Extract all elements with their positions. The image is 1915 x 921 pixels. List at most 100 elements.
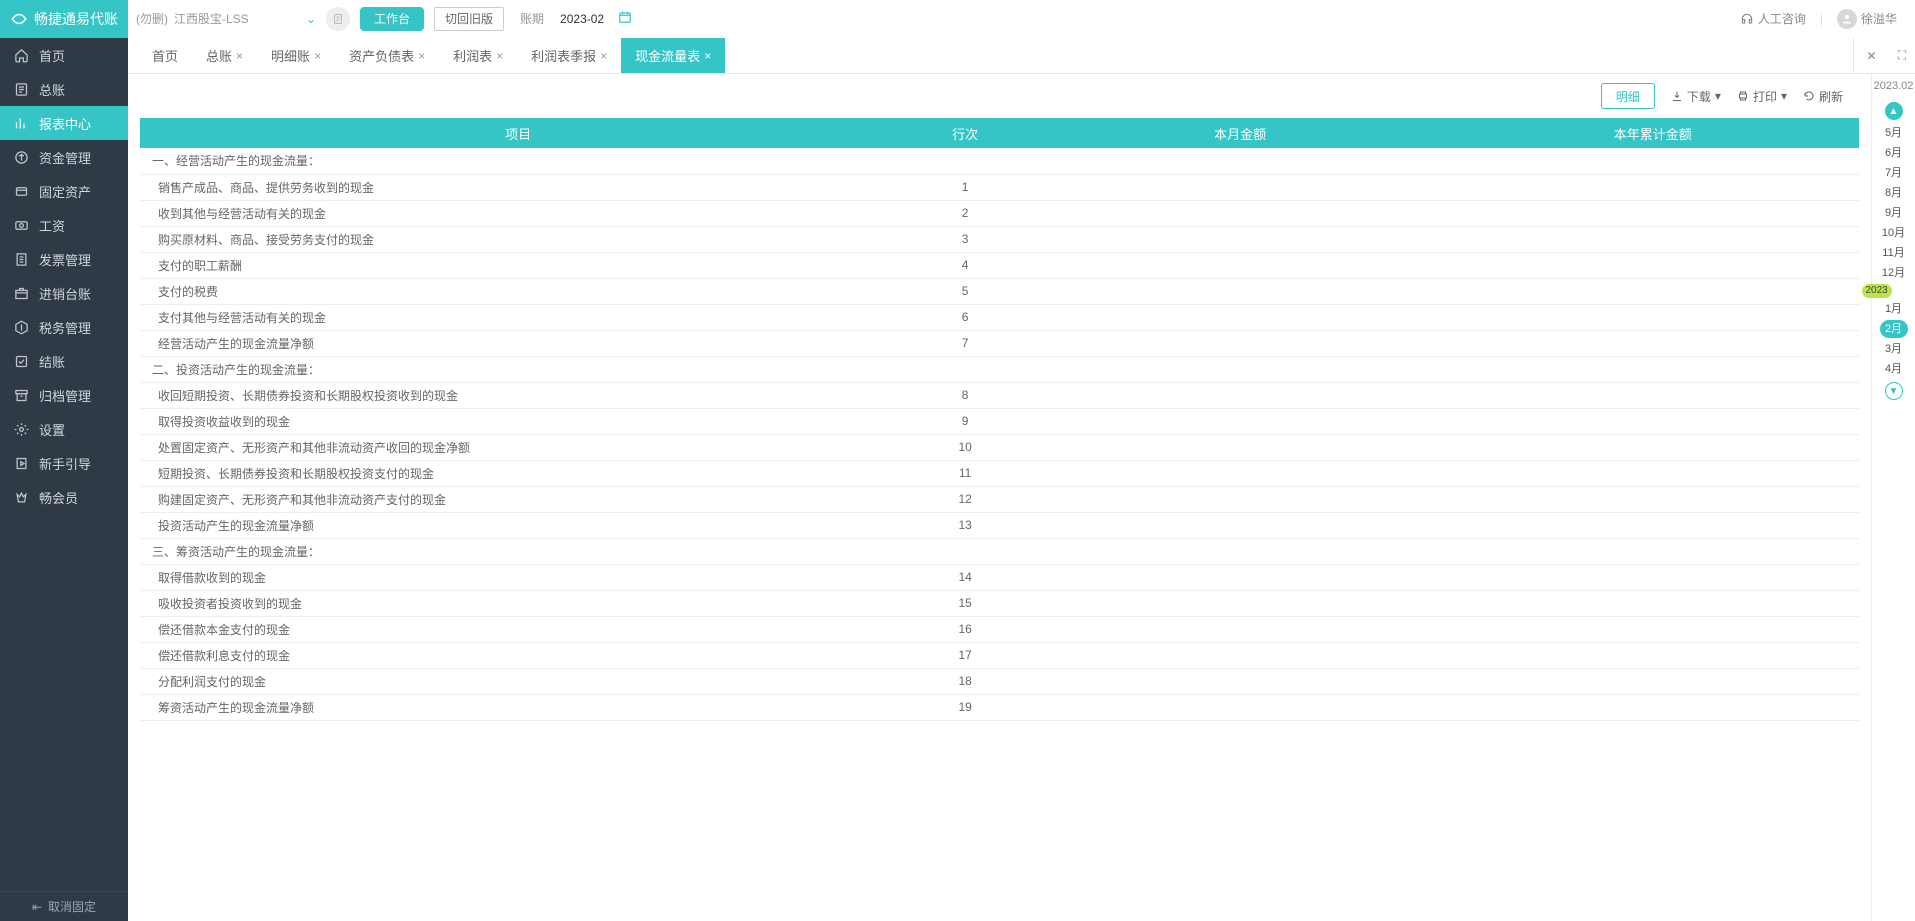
refresh-label: 刷新 (1819, 88, 1843, 105)
cell-month (1034, 616, 1447, 642)
sidebar-item-report[interactable]: 报表中心 (0, 106, 128, 140)
pin-icon: ⇤ (32, 900, 42, 914)
sidebar-item-fund[interactable]: 资金管理 (0, 140, 128, 174)
calendar-icon[interactable] (618, 10, 632, 27)
period-month[interactable]: 5月 (1880, 124, 1908, 142)
tab[interactable]: 资产负债表× (335, 38, 439, 73)
cell-year (1446, 616, 1859, 642)
cell-name: 吸收投资者投资收到的现金 (140, 590, 896, 616)
sidebar-item-label: 工资 (39, 216, 65, 235)
sidebar-item-ledger[interactable]: 总账 (0, 72, 128, 106)
cell-year (1446, 356, 1859, 382)
brand-logo: 畅捷通易代账 (0, 0, 128, 38)
period-month[interactable]: 4月 (1880, 360, 1908, 378)
doc-icon[interactable] (326, 7, 350, 31)
sidebar-item-salary[interactable]: 工资 (0, 208, 128, 242)
sidebar-item-settings[interactable]: 设置 (0, 412, 128, 446)
sidebar-item-tax[interactable]: 税务管理 (0, 310, 128, 344)
sidebar-item-archive[interactable]: 归档管理 (0, 378, 128, 412)
tab[interactable]: 利润表季报× (517, 38, 621, 73)
period-rail-current: 2023.02 (1874, 74, 1914, 98)
close-icon[interactable]: × (704, 49, 711, 63)
period-month[interactable]: 3月 (1880, 340, 1908, 358)
table-row: 购买原材料、商品、接受劳务支付的现金 3 (140, 226, 1859, 252)
period-next[interactable]: ▼ (1885, 382, 1903, 400)
sidebar-item-label: 进销台账 (39, 284, 91, 303)
period-month[interactable]: 6月 (1880, 144, 1908, 162)
cell-year (1446, 304, 1859, 330)
sidebar-item-stock[interactable]: 进销台账 (0, 276, 128, 310)
tab[interactable]: 利润表× (439, 38, 517, 73)
tab[interactable]: 明细账× (257, 38, 335, 73)
cell-name: 投资活动产生的现金流量净额 (140, 512, 896, 538)
fullscreen-icon[interactable]: ⛶ (1889, 38, 1915, 74)
cell-name: 经营活动产生的现金流量净额 (140, 330, 896, 356)
chevron-down-icon: ▾ (1781, 89, 1787, 103)
cell-year (1446, 278, 1859, 304)
close-icon[interactable]: × (496, 49, 503, 63)
cell-year (1446, 512, 1859, 538)
cell-month (1034, 174, 1447, 200)
close-icon[interactable]: × (418, 49, 425, 63)
workspace-button[interactable]: 工作台 (360, 7, 424, 31)
close-icon[interactable]: × (236, 49, 243, 63)
cell-rownum (896, 538, 1034, 564)
period-month[interactable]: 9月 (1880, 204, 1908, 222)
tabs: 首页总账×明细账×资产负债表×利润表×利润表季报× 现金流量表 × (128, 38, 1853, 74)
tabs-close-all[interactable]: ✕ (1853, 38, 1889, 74)
table-row: 取得借款收到的现金 14 (140, 564, 1859, 590)
download-button[interactable]: 下载 ▾ (1671, 88, 1721, 105)
cell-rownum: 5 (896, 278, 1034, 304)
period-month[interactable]: 7月 (1880, 164, 1908, 182)
tab[interactable]: 现金流量表 × (621, 38, 725, 73)
asset-icon (14, 184, 29, 199)
cell-rownum: 1 (896, 174, 1034, 200)
table-row: 分配利润支付的现金 18 (140, 668, 1859, 694)
cell-name: 一、经营活动产生的现金流量： (140, 148, 896, 174)
sidebar-item-home[interactable]: 首页 (0, 38, 128, 72)
cell-month (1034, 590, 1447, 616)
tabs-row: 首页总账×明细账×资产负债表×利润表×利润表季报× 现金流量表 × ✕ ⛶ (128, 38, 1915, 74)
tab[interactable]: 首页 (138, 38, 192, 73)
sidebar-item-guide[interactable]: 新手引导 (0, 446, 128, 480)
detail-button[interactable]: 明细 (1601, 83, 1655, 109)
cell-name: 支付的税费 (140, 278, 896, 304)
col-month: 本月金额 (1034, 118, 1447, 148)
sidebar-unpin[interactable]: ⇤ 取消固定 (0, 891, 128, 921)
year-chip: 2023 (1862, 284, 1892, 298)
period-month[interactable]: 8月 (1880, 184, 1908, 202)
cell-name: 三、筹资活动产生的现金流量： (140, 538, 896, 564)
cell-name: 处置固定资产、无形资产和其他非流动资产收回的现金净额 (140, 434, 896, 460)
print-icon (1737, 90, 1749, 102)
print-button[interactable]: 打印 ▾ (1737, 88, 1787, 105)
sidebar-item-asset[interactable]: 固定资产 (0, 174, 128, 208)
table-row: 偿还借款利息支付的现金 17 (140, 642, 1859, 668)
close-icon[interactable]: × (600, 49, 607, 63)
period-month[interactable]: 2月 (1880, 320, 1908, 338)
sidebar-item-invoice[interactable]: 发票管理 (0, 242, 128, 276)
close-icon[interactable]: × (314, 49, 321, 63)
brand-text: 畅捷通易代账 (34, 9, 118, 29)
period-month[interactable]: 10月 (1880, 224, 1908, 242)
period-month[interactable]: 12月 (1880, 264, 1908, 282)
sidebar-item-close[interactable]: 结账 (0, 344, 128, 378)
refresh-button[interactable]: 刷新 (1803, 88, 1843, 105)
cell-rownum: 4 (896, 252, 1034, 278)
user-name: 徐溢华 (1861, 10, 1897, 27)
cell-rownum: 2 (896, 200, 1034, 226)
period-month[interactable]: 11月 (1880, 244, 1908, 262)
switch-old-button[interactable]: 切回旧版 (434, 7, 504, 31)
tab-label: 现金流量表 (635, 46, 700, 65)
user-menu[interactable]: 徐溢华 (1837, 9, 1897, 29)
cell-year (1446, 564, 1859, 590)
company-selector[interactable]: (勿删) 江西股宝-LSS (136, 10, 316, 27)
tab[interactable]: 总账× (192, 38, 257, 73)
cell-name: 分配利润支付的现金 (140, 668, 896, 694)
sidebar-item-label: 结账 (39, 352, 65, 371)
cell-month (1034, 200, 1447, 226)
consult-link[interactable]: 人工咨询 (1740, 10, 1806, 27)
period-prev[interactable]: ▲ (1885, 102, 1903, 120)
sidebar-item-vip[interactable]: 畅会员 (0, 480, 128, 514)
sidebar-item-label: 总账 (39, 80, 65, 99)
period-month[interactable]: 1月 (1880, 300, 1908, 318)
